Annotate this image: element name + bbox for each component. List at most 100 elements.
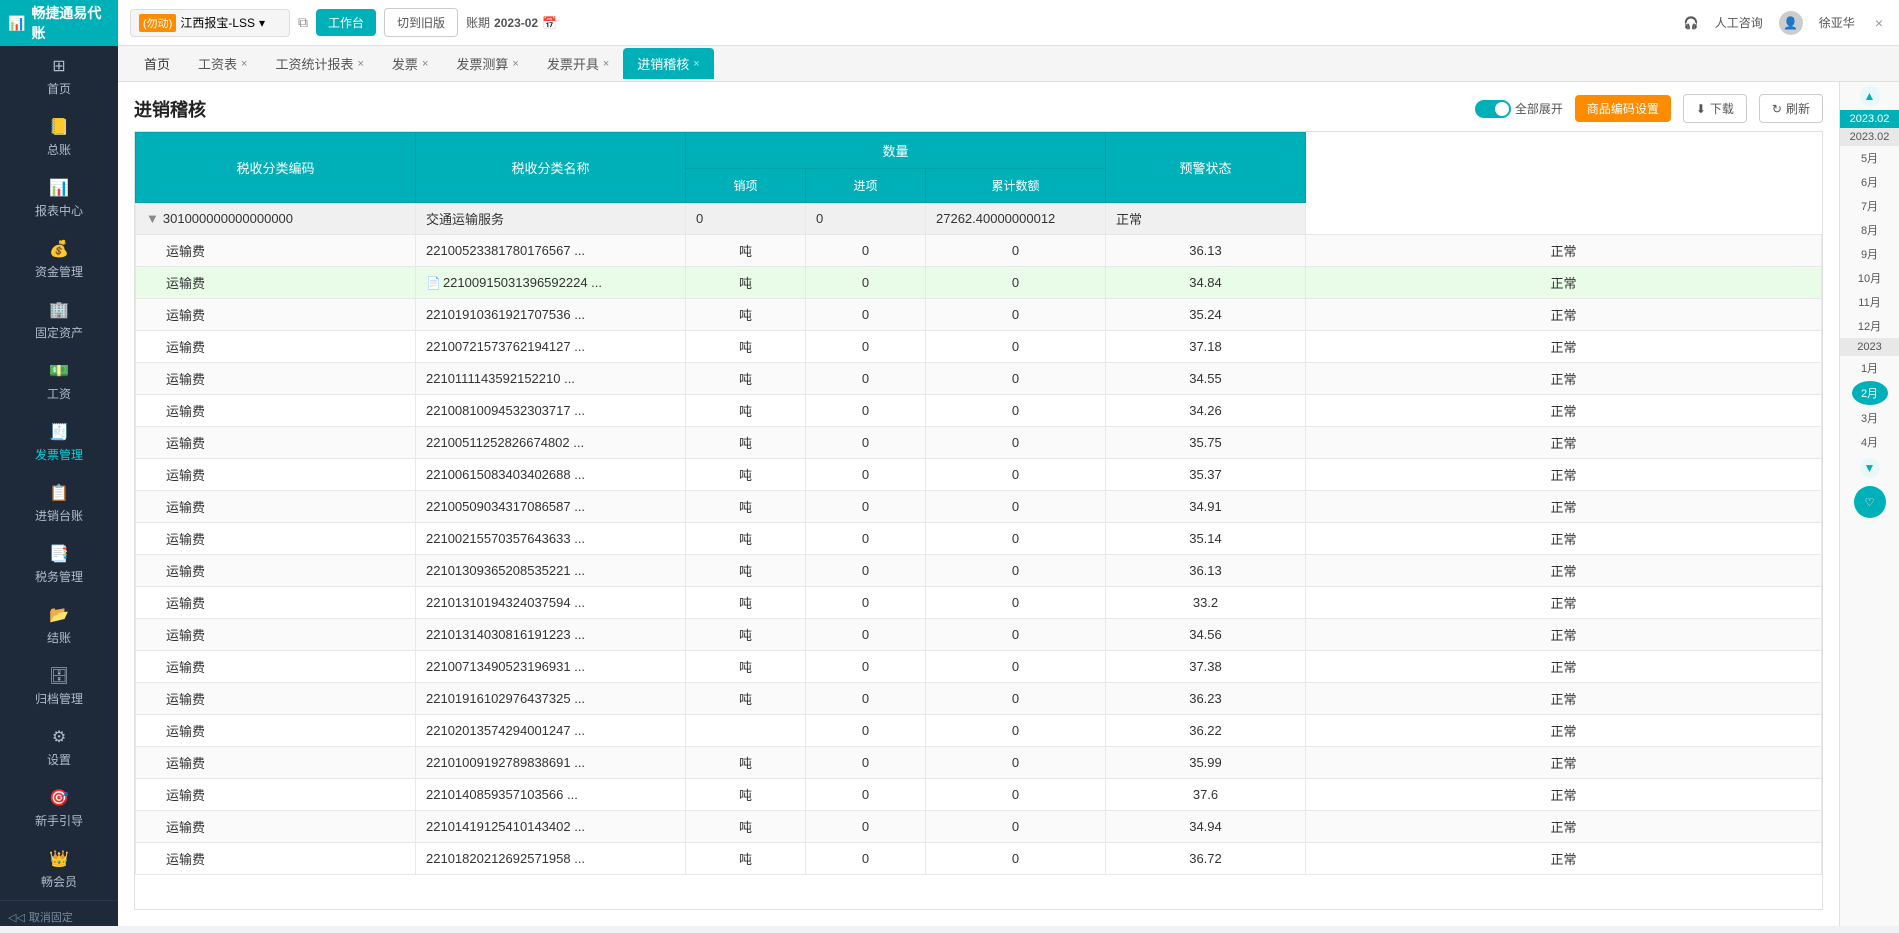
sidebar-item-invoice-mgmt[interactable]: 🧾 发票管理 [0,412,118,473]
sidebar-item-member[interactable]: 👑 畅会员 [0,839,118,900]
sidebar-item-archive[interactable]: 🗄 归档管理 [0,656,118,717]
sidebar-item-settings[interactable]: ⚙ 设置 [0,717,118,778]
user-name[interactable]: 徐亚华 [1819,14,1855,31]
tab-invoice-open[interactable]: 发票开具 × [533,48,623,79]
tab-purchase-sales[interactable]: 进销稽核 × [623,48,713,79]
cal-month-6[interactable]: 6月 [1840,170,1899,194]
table-row[interactable]: 运输费2210140859357103566​ ...吨0037.6正常 [136,779,1822,811]
table-row[interactable]: 运输费2210131019432403759​4 ...吨0033.2正常 [136,587,1822,619]
cell-purchase: 0 [926,587,1106,619]
cell-child-name: 运输费 [136,395,416,427]
sidebar-item-tax-label: 税务管理 [35,568,83,585]
cell-code: 2210131019432403759​4 ... [416,587,686,619]
tab-payroll-stats[interactable]: 工资统计报表 × [261,48,377,79]
table-row[interactable]: 运输费2210081009453230371​7 ...吨0034.26正常 [136,395,1822,427]
table-row[interactable]: 运输费2210130936520853522​1 ...吨0036.13正常 [136,555,1822,587]
refresh-button[interactable]: ↻ 刷新 [1759,94,1823,123]
archive-icon: 🗄 [49,666,69,686]
tab-payroll-close[interactable]: × [241,58,247,70]
sidebar-item-guide[interactable]: 🎯 新手引导 [0,778,118,839]
table-row[interactable]: 运输费2210050903431708658​7 ...吨0034.91正常 [136,491,1822,523]
tab-invoice-calc[interactable]: 发票测算 × [442,48,532,79]
tab-invoice-close[interactable]: × [422,58,428,70]
content-area: 进销稽核 全部展开 商品编码设置 ⬇ 下载 ↻ 刷新 [118,82,1899,926]
sidebar-item-ledger[interactable]: 📒 总账 [0,107,118,168]
file-icon: 📄 [426,276,441,290]
cell-code: 2210201357429400124​7 ... [416,715,686,747]
cal-month-9[interactable]: 9月 [1840,242,1899,266]
cal-next-button[interactable]: ▼ [1860,458,1880,478]
table-row[interactable]: ▼301000000000000000 交通运输服务 0 0 27262.400… [136,203,1822,235]
copy-icon[interactable]: ⧉ [298,14,308,31]
cell-status: 正常 [1306,715,1822,747]
close-button[interactable]: × [1871,11,1887,35]
user-avatar: 👤 [1779,11,1803,35]
capital-icon: 💰 [49,239,69,259]
tab-payroll[interactable]: 工资表 × [184,48,261,79]
cell-flag: 吨 [686,363,806,395]
sidebar-item-purchase-sales[interactable]: 📋 进销台账 [0,473,118,534]
tab-invoice-open-close[interactable]: × [603,58,609,70]
table-row[interactable]: 运输费2210201357429400124​7 ...0036.22正常 [136,715,1822,747]
sidebar-item-salary[interactable]: 💵 工资 [0,351,118,412]
fixed-assets-icon: 🏢 [49,300,69,320]
sidebar-item-fixed-assets[interactable]: 🏢 固定资产 [0,290,118,351]
cell-status: 正常 [1306,619,1822,651]
table-row[interactable]: 运输费2210071349052319693​1 ...吨0037.38正常 [136,651,1822,683]
cal-month-5[interactable]: 5月 [1840,146,1899,170]
table-row[interactable]: 运输费📄2210091503139659222​4 ...吨0034.84正常 [136,267,1822,299]
cell-code: 2210182021269257195​8 ... [416,843,686,875]
tab-invoice-calc-close[interactable]: × [512,58,518,70]
download-button[interactable]: ⬇ 下载 [1683,94,1747,123]
cell-cumulative: 34.91 [1106,491,1306,523]
table-row[interactable]: 运输费2210052338178017656​7 ...吨0036.13正常 [136,235,1822,267]
company-selector[interactable]: (勿动) 江西报宝-LSS ▾ [130,9,290,37]
sidebar-item-capital[interactable]: 💰 资金管理 [0,229,118,290]
cal-month-7[interactable]: 7月 [1840,194,1899,218]
table-row[interactable]: 运输费2210072157376219412​7 ...吨0037.18正常 [136,331,1822,363]
tab-home[interactable]: 首页 [130,48,184,79]
cal-month-4[interactable]: 4月 [1840,430,1899,454]
switch-version-button[interactable]: 切到旧版 [384,8,458,37]
table-row[interactable]: 运输费2210061508340340268​8 ...吨0035.37正常 [136,459,1822,491]
table-row[interactable]: 运输费2210111143592152210​ ...吨0034.55正常 [136,363,1822,395]
table-row[interactable]: 运输费2210191610297643732​5 ...吨0036.23正常 [136,683,1822,715]
cell-flag: 吨 [686,427,806,459]
unpin-bar[interactable]: ◁◁ 取消固定 [0,900,118,933]
product-setting-button[interactable]: 商品编码设置 [1575,95,1671,122]
tab-payroll-stats-close[interactable]: × [357,58,363,70]
cal-prev-button[interactable]: ▲ [1860,86,1880,106]
cell-code: 2210140859357103566​ ... [416,779,686,811]
expand-toggle[interactable] [1475,100,1511,118]
tab-invoice[interactable]: 发票 × [378,48,442,79]
calendar-icon[interactable]: 📅 [542,16,557,30]
sidebar-item-home[interactable]: ⊞ 首页 [0,46,118,107]
table-row[interactable]: 运输费2210100919278983869​1 ...吨0035.99正常 [136,747,1822,779]
cal-month-8[interactable]: 8月 [1840,218,1899,242]
sidebar-item-settlement[interactable]: 📂 结账 [0,595,118,656]
cell-status: 正常 [1106,203,1306,235]
table-row[interactable]: 运输费2210131403081619122​3 ...吨0034.56正常 [136,619,1822,651]
cal-month-11[interactable]: 11月 [1840,290,1899,314]
cal-month-12[interactable]: 12月 [1840,314,1899,338]
cal-month-3[interactable]: 3月 [1840,406,1899,430]
sidebar-item-tax[interactable]: 📑 税务管理 [0,534,118,595]
cell-cumulative: 34.84 [1106,267,1306,299]
heart-icon[interactable]: ♡ [1854,486,1886,518]
tab-payroll-stats-label: 工资统计报表 [275,54,353,73]
workspace-button[interactable]: 工作台 [316,9,376,36]
service-btn[interactable]: 人工咨询 [1715,14,1763,31]
table-row[interactable]: 运输费2210051125282667480​2 ...吨0035.75正常 [136,427,1822,459]
table-row[interactable]: 运输费2210182021269257195​8 ...吨0036.72正常 [136,843,1822,875]
cell-purchase: 0 [806,203,926,235]
table-row[interactable]: 运输费2210141912541014340​2 ...吨0034.94正常 [136,811,1822,843]
cal-month-10[interactable]: 10月 [1840,266,1899,290]
sidebar-item-capital-label: 资金管理 [35,263,83,280]
cal-month-1[interactable]: 1月 [1840,356,1899,380]
tab-purchase-sales-close[interactable]: × [693,58,699,70]
cell-flag: 吨 [686,491,806,523]
sidebar-item-reports[interactable]: 📊 报表中心 [0,168,118,229]
table-row[interactable]: 运输费2210021557035764363​3 ...吨0035.14正常 [136,523,1822,555]
table-row[interactable]: 运输费2210191036192170753​6 ...吨0035.24正常 [136,299,1822,331]
cal-month-2-current[interactable]: 2月 [1852,381,1888,405]
